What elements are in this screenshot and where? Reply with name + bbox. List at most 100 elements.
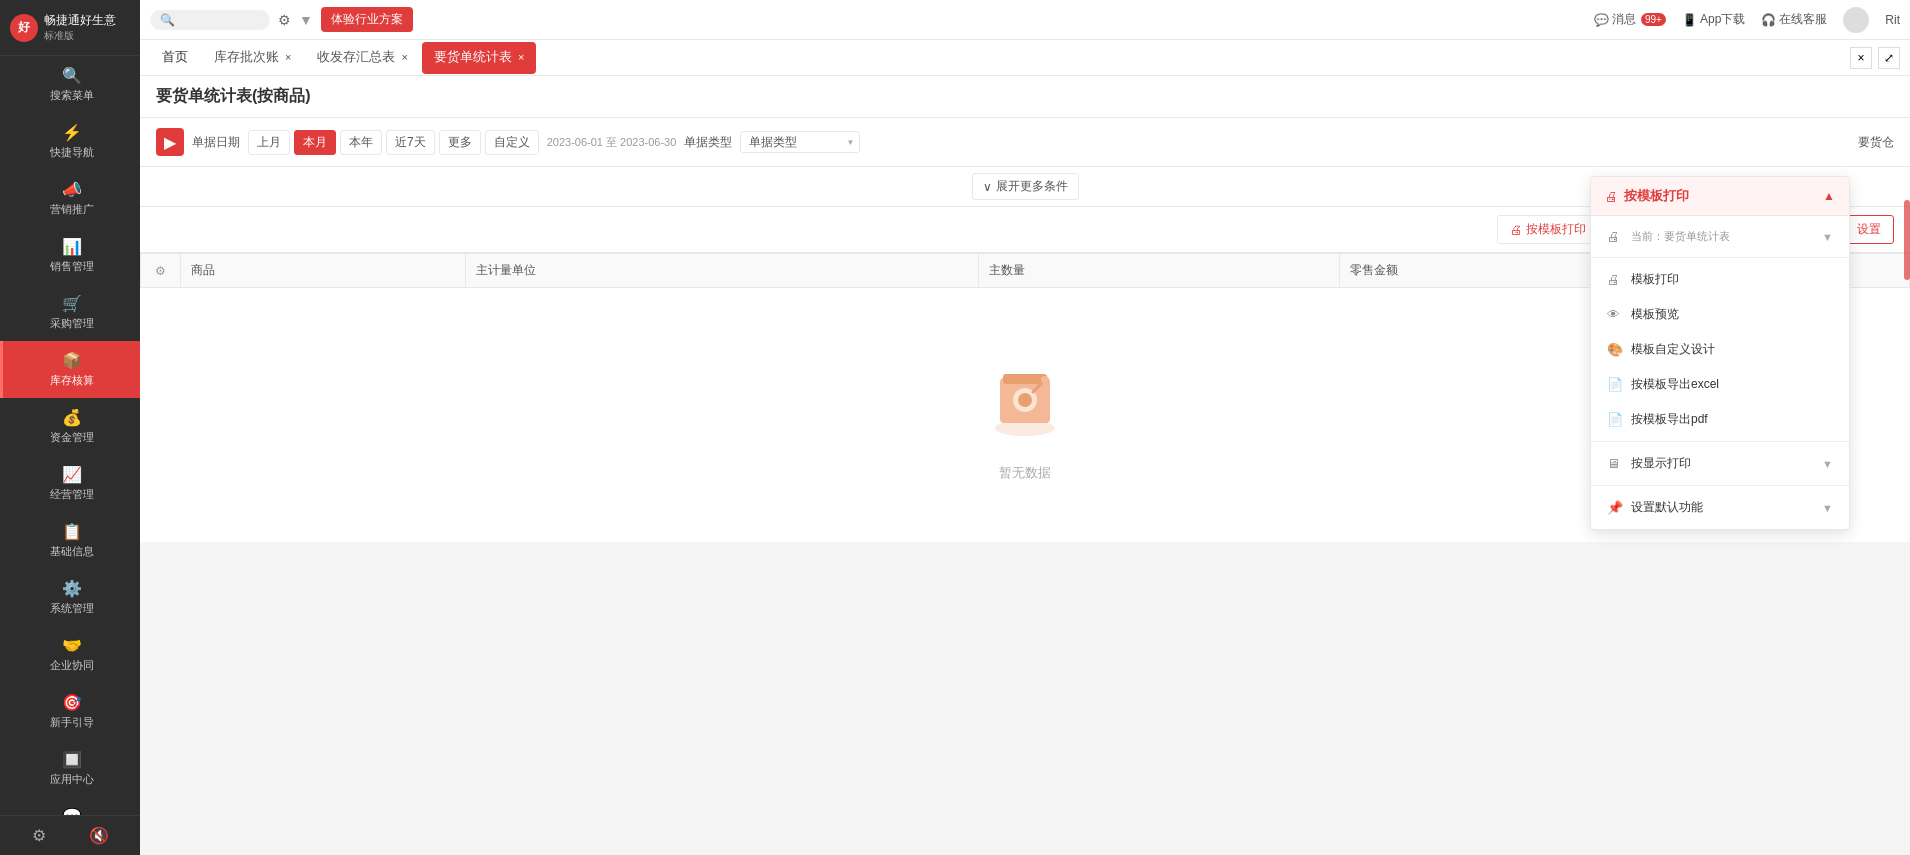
online-service-action[interactable]: 🎧 在线客服 xyxy=(1761,11,1827,28)
date-label: 单据日期 xyxy=(192,134,240,151)
sidebar-item-label: 新手引导 xyxy=(50,715,94,730)
display-chevron-icon: ▼ xyxy=(1822,458,1833,470)
sidebar-item-purchase[interactable]: 🛒 采购管理 xyxy=(0,284,140,341)
gear-icon: ⚙️ xyxy=(62,579,82,598)
col-goods: 商品 xyxy=(181,254,466,288)
svg-point-6 xyxy=(1041,376,1049,384)
sidebar-footer: ⚙ 🔇 xyxy=(0,815,140,855)
filter-bar: ▶ 单据日期 上月 本月 本年 近7天 更多 自定义 2023-06-01 至 … xyxy=(140,118,1910,167)
dropdown-set-default[interactable]: 📌 设置默认功能 ▼ xyxy=(1591,490,1849,525)
default-icon: 📌 xyxy=(1607,500,1623,515)
sidebar-item-label: 系统管理 xyxy=(50,601,94,616)
dropdown-template-print[interactable]: 🖨 模板打印 xyxy=(1591,262,1849,297)
filter-toggle-btn[interactable]: ▶ xyxy=(156,128,184,156)
sidebar-item-operations[interactable]: 📈 经营管理 xyxy=(0,455,140,512)
date-btn-more[interactable]: 更多 xyxy=(439,130,481,155)
sidebar-item-inventory[interactable]: 📦 库存核算 xyxy=(0,341,140,398)
col-qty: 主数量 xyxy=(979,254,1340,288)
message-action[interactable]: 💬 消息 99+ xyxy=(1594,11,1666,28)
date-btn-this-year[interactable]: 本年 xyxy=(340,130,382,155)
topbar-actions: 💬 消息 99+ 📱 App下载 🎧 在线客服 Rit xyxy=(1594,7,1900,33)
dropdown-display-section: 🖥 按显示打印 ▼ xyxy=(1591,442,1849,486)
sidebar-item-finance[interactable]: 💰 资金管理 xyxy=(0,398,140,455)
sidebar-item-marketing[interactable]: 📣 营销推广 xyxy=(0,170,140,227)
dropdown-display-print[interactable]: 🖥 按显示打印 ▼ xyxy=(1591,446,1849,481)
dropdown-template-custom[interactable]: 🎨 模板自定义设计 xyxy=(1591,332,1849,367)
type-label: 单据类型 xyxy=(684,134,732,151)
expand-btn[interactable]: ∨ 展开更多条件 xyxy=(972,173,1079,200)
sidebar-item-sales[interactable]: 📊 销售管理 xyxy=(0,227,140,284)
date-btn-prev-month[interactable]: 上月 xyxy=(248,130,290,155)
trend-icon: 📈 xyxy=(62,465,82,484)
date-btn-custom[interactable]: 自定义 xyxy=(485,130,539,155)
tab-collection-summary[interactable]: 收发存汇总表 × xyxy=(305,42,419,74)
date-btn-7days[interactable]: 近7天 xyxy=(386,130,435,155)
dropdown-current-item[interactable]: 🖨 当前：要货单统计表 ▼ xyxy=(1591,220,1849,253)
sidebar-item-label: 企业协同 xyxy=(50,658,94,673)
logo-text: 畅捷通好生意 标准版 xyxy=(44,12,116,43)
sidebar-nav: 🔍 搜索菜单 ⚡ 快捷导航 📣 营销推广 📊 销售管理 🛒 采购管理 📦 库存核… xyxy=(0,56,140,815)
search-icon: 🔍 xyxy=(62,66,82,85)
chat-icon: 💬 xyxy=(62,807,82,815)
print-dropdown: 🖨 按模板打印 ▲ 🖨 当前：要货单统计表 ▼ 🖨 模板打印 xyxy=(1590,176,1850,530)
goods-label: 要货仓 xyxy=(1858,134,1894,151)
chart-icon: 📊 xyxy=(62,237,82,256)
settings-btn[interactable]: 设置 xyxy=(1844,215,1894,244)
type-select[interactable]: 单据类型 xyxy=(740,131,860,153)
tab-order-summary[interactable]: 要货单统计表 × xyxy=(422,42,536,74)
sidebar: 好 畅捷通好生意 标准版 🔍 搜索菜单 ⚡ 快捷导航 📣 营销推广 📊 销售管理… xyxy=(0,0,140,855)
dropdown-close-icon[interactable]: ▲ xyxy=(1823,189,1835,203)
main-area: 🔍 ⚙ ▼ 体验行业方案 💬 消息 99+ 📱 App下载 🎧 在线客服 Rit xyxy=(140,0,1910,855)
settings-footer-btn[interactable]: ⚙ xyxy=(32,826,46,845)
avatar[interactable] xyxy=(1843,7,1869,33)
dropdown-export-excel[interactable]: 📄 按模板导出excel xyxy=(1591,367,1849,402)
sidebar-item-label: 资金管理 xyxy=(50,430,94,445)
sidebar-item-collab[interactable]: 🤝 企业协同 xyxy=(0,626,140,683)
display-print-icon: 🖥 xyxy=(1607,456,1623,471)
sidebar-item-label: 采购管理 xyxy=(50,316,94,331)
topbar-chevron-icon[interactable]: ▼ xyxy=(299,12,313,28)
tab-close-order[interactable]: × xyxy=(518,51,524,63)
scrollbar-thumb[interactable] xyxy=(1904,200,1910,280)
tab-close-batch[interactable]: × xyxy=(285,51,291,63)
username: Rit xyxy=(1885,13,1900,27)
message-badge: 99+ xyxy=(1641,13,1666,26)
dropdown-default-section: 📌 设置默认功能 ▼ xyxy=(1591,486,1849,529)
sidebar-item-newbie[interactable]: 🎯 新手引导 xyxy=(0,683,140,740)
sidebar-item-label: 搜索菜单 xyxy=(50,88,94,103)
content-area: 要货单统计表(按商品) ▶ 单据日期 上月 本月 本年 近7天 更多 自定义 2… xyxy=(140,76,1910,855)
tab-home[interactable]: 首页 xyxy=(150,42,200,74)
tab-expand-btn[interactable]: ⤢ xyxy=(1878,47,1900,69)
col-settings[interactable]: ⚙ xyxy=(141,254,181,288)
dropdown-current-section: 🖨 当前：要货单统计表 ▼ xyxy=(1591,216,1849,258)
sidebar-item-apps[interactable]: 🔲 应用中心 xyxy=(0,740,140,797)
sidebar-item-quick-nav[interactable]: ⚡ 快捷导航 xyxy=(0,113,140,170)
print-icon: 🖨 xyxy=(1607,272,1623,287)
topbar-gear-icon[interactable]: ⚙ xyxy=(278,12,291,28)
tabs-bar: 首页 库存批次账 × 收发存汇总表 × 要货单统计表 × × ⤢ xyxy=(140,40,1910,76)
tab-batch-account[interactable]: 库存批次账 × xyxy=(202,42,303,74)
dropdown-export-pdf[interactable]: 📄 按模板导出pdf xyxy=(1591,402,1849,437)
dropdown-template-preview[interactable]: 👁 模板预览 xyxy=(1591,297,1849,332)
default-chevron-icon: ▼ xyxy=(1822,502,1833,514)
type-select-wrapper: 单据类型 xyxy=(740,131,860,153)
date-btn-this-month[interactable]: 本月 xyxy=(294,130,336,155)
page-header: 要货单统计表(按商品) xyxy=(140,76,1910,118)
topbar-search[interactable]: 🔍 xyxy=(150,10,270,30)
tab-close-collection[interactable]: × xyxy=(401,51,407,63)
app-download-action[interactable]: 📱 App下载 xyxy=(1682,11,1745,28)
column-settings-icon[interactable]: ⚙ xyxy=(155,264,166,278)
sidebar-item-wechat[interactable]: 💬 企业微信 xyxy=(0,797,140,815)
sidebar-item-label: 销售管理 xyxy=(50,259,94,274)
date-range-display: 2023-06-01 至 2023-06-30 xyxy=(547,135,677,150)
sidebar-item-basic[interactable]: 📋 基础信息 xyxy=(0,512,140,569)
lightning-icon: ⚡ xyxy=(62,123,82,142)
audio-footer-btn[interactable]: 🔇 xyxy=(89,826,109,845)
sidebar-item-label: 经营管理 xyxy=(50,487,94,502)
sidebar-item-system[interactable]: ⚙️ 系统管理 xyxy=(0,569,140,626)
sidebar-item-search[interactable]: 🔍 搜索菜单 xyxy=(0,56,140,113)
megaphone-icon: 📣 xyxy=(62,180,82,199)
trial-btn[interactable]: 体验行业方案 xyxy=(321,7,413,32)
clipboard-icon: 📋 xyxy=(62,522,82,541)
tab-close-btn[interactable]: × xyxy=(1850,47,1872,69)
